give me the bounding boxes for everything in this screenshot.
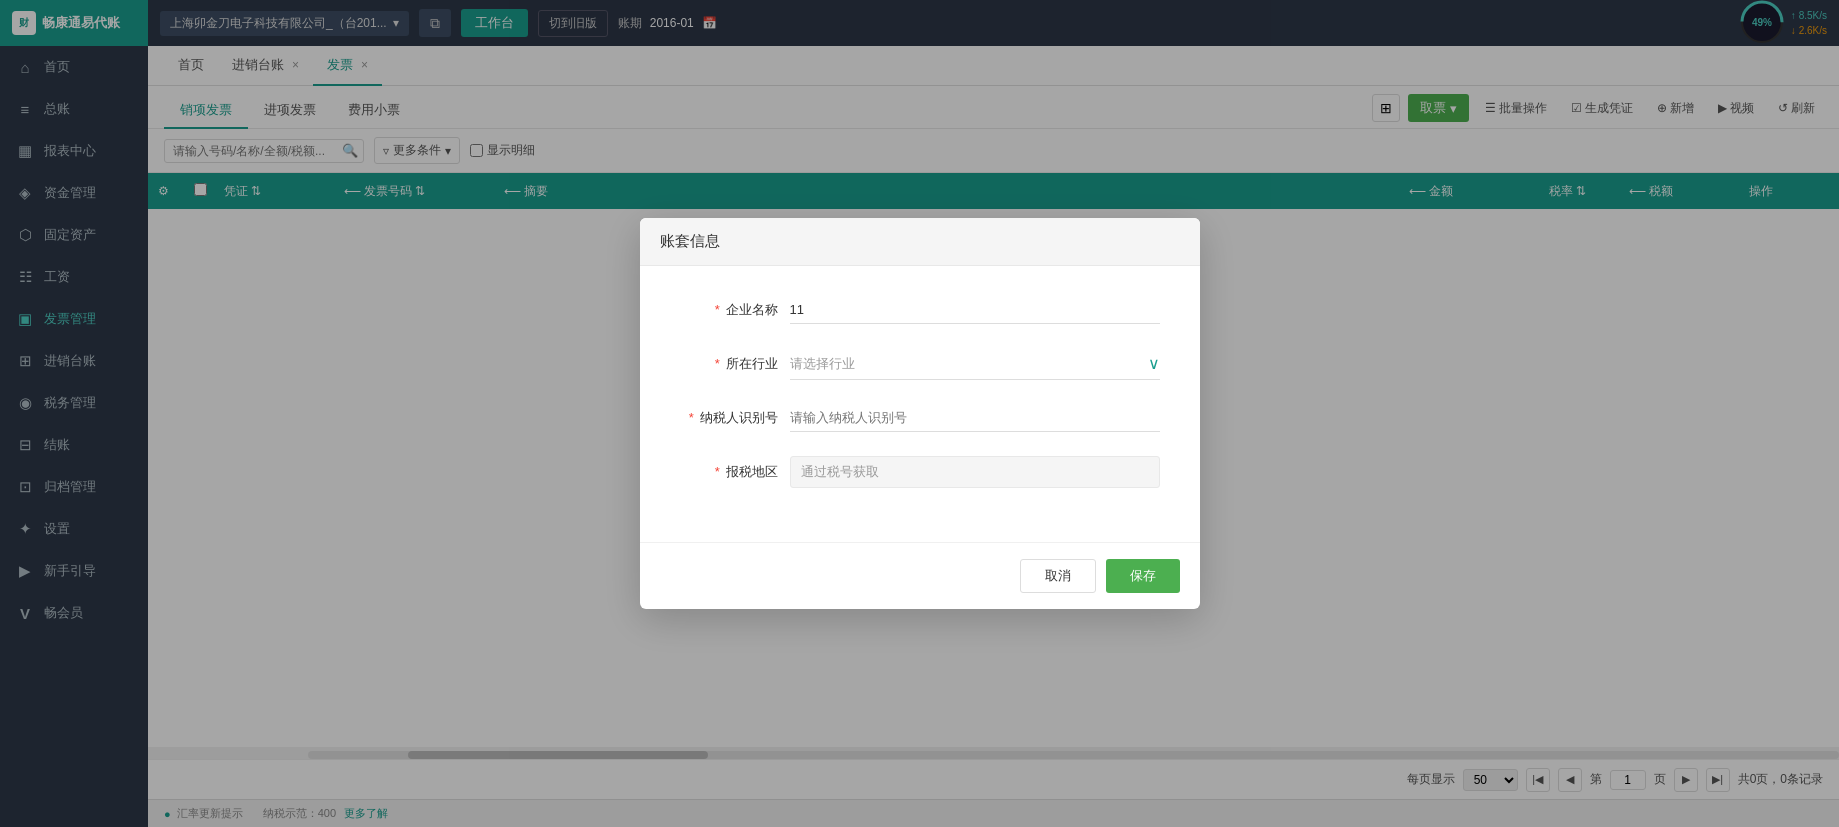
tax-region-label: * 报税地区 bbox=[680, 463, 790, 481]
industry-label: * 所在行业 bbox=[680, 355, 790, 373]
modal-header: 账套信息 bbox=[640, 218, 1200, 266]
save-button[interactable]: 保存 bbox=[1106, 559, 1180, 593]
tax-id-row: * 纳税人识别号 bbox=[680, 404, 1160, 432]
tax-id-label: * 纳税人识别号 bbox=[680, 409, 790, 427]
company-name-label: * 企业名称 bbox=[680, 301, 790, 319]
company-name-row: * 企业名称 bbox=[680, 296, 1160, 324]
company-name-input[interactable] bbox=[790, 296, 1160, 324]
industry-row: * 所在行业 请选择行业 ∨ bbox=[680, 348, 1160, 380]
tax-region-display: 通过税号获取 bbox=[790, 456, 1160, 488]
modal-footer: 取消 保存 bbox=[640, 542, 1200, 609]
modal-body: * 企业名称 * 所在行业 请选择行业 ∨ * 纳 bbox=[640, 266, 1200, 542]
tax-id-input[interactable] bbox=[790, 404, 1160, 432]
modal-overlay: 账套信息 * 企业名称 * 所在行业 请选择行业 ∨ bbox=[0, 0, 1839, 827]
account-info-modal: 账套信息 * 企业名称 * 所在行业 请选择行业 ∨ bbox=[640, 218, 1200, 609]
tax-region-row: * 报税地区 通过税号获取 bbox=[680, 456, 1160, 488]
industry-placeholder: 请选择行业 bbox=[790, 355, 855, 373]
industry-select[interactable]: 请选择行业 ∨ bbox=[790, 348, 1160, 380]
industry-dropdown-icon: ∨ bbox=[1148, 354, 1160, 373]
modal-title: 账套信息 bbox=[660, 232, 720, 249]
cancel-button[interactable]: 取消 bbox=[1020, 559, 1096, 593]
